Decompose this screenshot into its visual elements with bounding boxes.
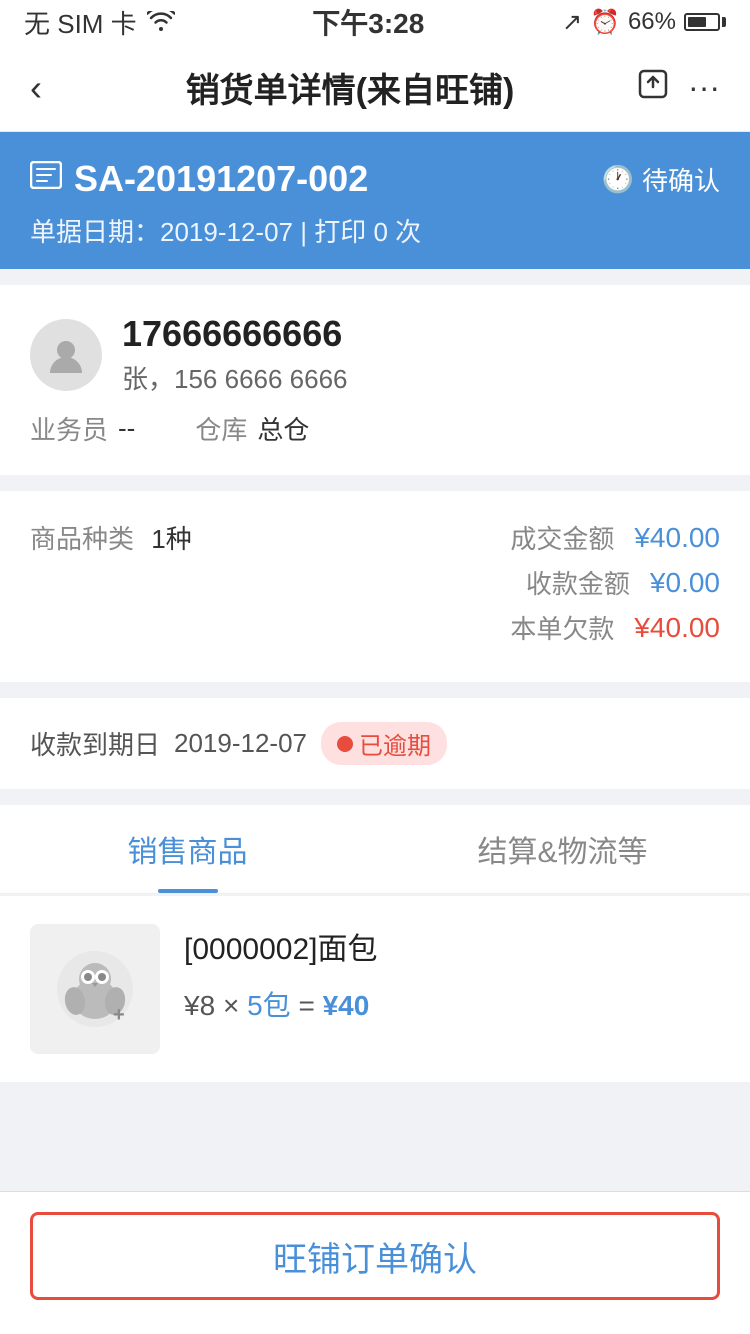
multiply-sign: × (223, 990, 247, 1021)
tab-sales-label: 销售商品 (128, 827, 248, 871)
status-clock-icon: 🕐 (602, 164, 634, 195)
equals-sign: = (298, 990, 322, 1021)
category-value: 1种 (151, 524, 191, 554)
category-info: 商品种类 1种 (30, 519, 192, 556)
due-date-label: 收款到期日 (30, 725, 160, 762)
total-value: ¥40 (323, 990, 370, 1021)
carrier-text: 无 SIM 卡 (24, 4, 137, 41)
amount-label-0: 成交金额 (510, 519, 614, 556)
order-date-row: 单据日期：2019-12-07 | 打印 0 次 (30, 212, 720, 249)
overdue-text: 已逾期 (359, 726, 431, 761)
customer-phone: 17666666666 (122, 313, 348, 355)
summary-section: 商品种类 1种 成交金额 ¥40.00 收款金额 ¥0.00 本单欠款 ¥40.… (0, 491, 750, 682)
wifi-icon (147, 7, 175, 38)
alarm-icon: ⏰ (590, 8, 620, 37)
tabs-section: 销售商品 结算&物流等 (0, 805, 750, 894)
nav-bar: ‹ 销货单详情(来自旺铺) ··· (0, 44, 750, 132)
order-status: 🕐 待确认 (602, 161, 720, 198)
customer-meta: 业务员 -- 仓库 总仓 (30, 410, 720, 447)
confirm-button-label: 旺铺订单确认 (273, 1232, 477, 1281)
order-print-info: | (300, 217, 314, 247)
status-bar: 无 SIM 卡 下午3:28 ↗ ⏰ 66% (0, 0, 750, 44)
amount-label-2: 本单欠款 (510, 609, 614, 646)
back-button[interactable]: ‹ (30, 67, 42, 109)
product-thumbnail: + (30, 924, 160, 1054)
battery-icon (684, 13, 726, 31)
amount-value-0: ¥40.00 (634, 522, 720, 554)
order-header-card: SA-20191207-002 🕐 待确认 单据日期：2019-12-07 | … (0, 132, 750, 269)
warehouse-value: 总仓 (257, 410, 309, 447)
customer-name: 张，156 6666 6666 (122, 359, 348, 396)
confirm-order-button[interactable]: 旺铺订单确认 (30, 1212, 720, 1300)
order-icon (30, 161, 62, 197)
order-id: SA-20191207-002 (74, 158, 368, 200)
tab-sales-products[interactable]: 销售商品 (0, 805, 375, 893)
order-date: 单据日期：2019-12-07 (30, 217, 293, 247)
product-price: ¥8 × 5包 = ¥40 (184, 984, 720, 1024)
status-time: 下午3:28 (312, 2, 424, 42)
quantity-value: 5包 (247, 990, 291, 1021)
amount-value-2: ¥40.00 (634, 612, 720, 644)
status-right: ↗ ⏰ 66% (562, 8, 726, 37)
customer-section: 17666666666 张，156 6666 6666 业务员 -- 仓库 总仓 (0, 285, 750, 475)
bottom-bar: 旺铺订单确认 (0, 1191, 750, 1334)
price-value: ¥8 (184, 990, 215, 1021)
tab-settlement[interactable]: 结算&物流等 (375, 805, 750, 893)
salesperson-value: -- (118, 413, 135, 444)
product-name: [0000002]面包 (184, 924, 720, 968)
more-button[interactable]: ··· (688, 69, 720, 106)
avatar (30, 319, 102, 391)
product-section: + [0000002]面包 ¥8 × 5包 = ¥40 (0, 896, 750, 1082)
overdue-dot-icon (337, 736, 353, 752)
svg-text:+: + (113, 1004, 125, 1026)
amounts-block: 成交金额 ¥40.00 收款金额 ¥0.00 本单欠款 ¥40.00 (510, 519, 720, 654)
overdue-badge: 已逾期 (321, 722, 447, 765)
due-section: 收款到期日 2019-12-07 已逾期 (0, 698, 750, 789)
due-date-value: 2019-12-07 (174, 728, 307, 759)
nav-actions: ··· (638, 69, 720, 107)
amount-label-1: 收款金额 (526, 564, 630, 601)
status-left: 无 SIM 卡 (24, 4, 175, 41)
location-icon: ↗ (562, 8, 582, 37)
order-print-count: 打印 0 次 (314, 217, 421, 247)
share-button[interactable] (638, 69, 668, 107)
amount-value-1: ¥0.00 (650, 567, 720, 599)
page-title: 销货单详情(来自旺铺) (62, 63, 638, 112)
tab-settlement-label: 结算&物流等 (477, 827, 647, 871)
warehouse-label: 仓库 (195, 410, 247, 447)
status-text: 待确认 (642, 161, 720, 198)
salesperson-label: 业务员 (30, 410, 108, 447)
product-info: [0000002]面包 ¥8 × 5包 = ¥40 (184, 924, 720, 1024)
tabs-row: 销售商品 结算&物流等 (0, 805, 750, 893)
category-label: 商品种类 (30, 524, 134, 554)
battery-text: 66% (628, 8, 676, 36)
